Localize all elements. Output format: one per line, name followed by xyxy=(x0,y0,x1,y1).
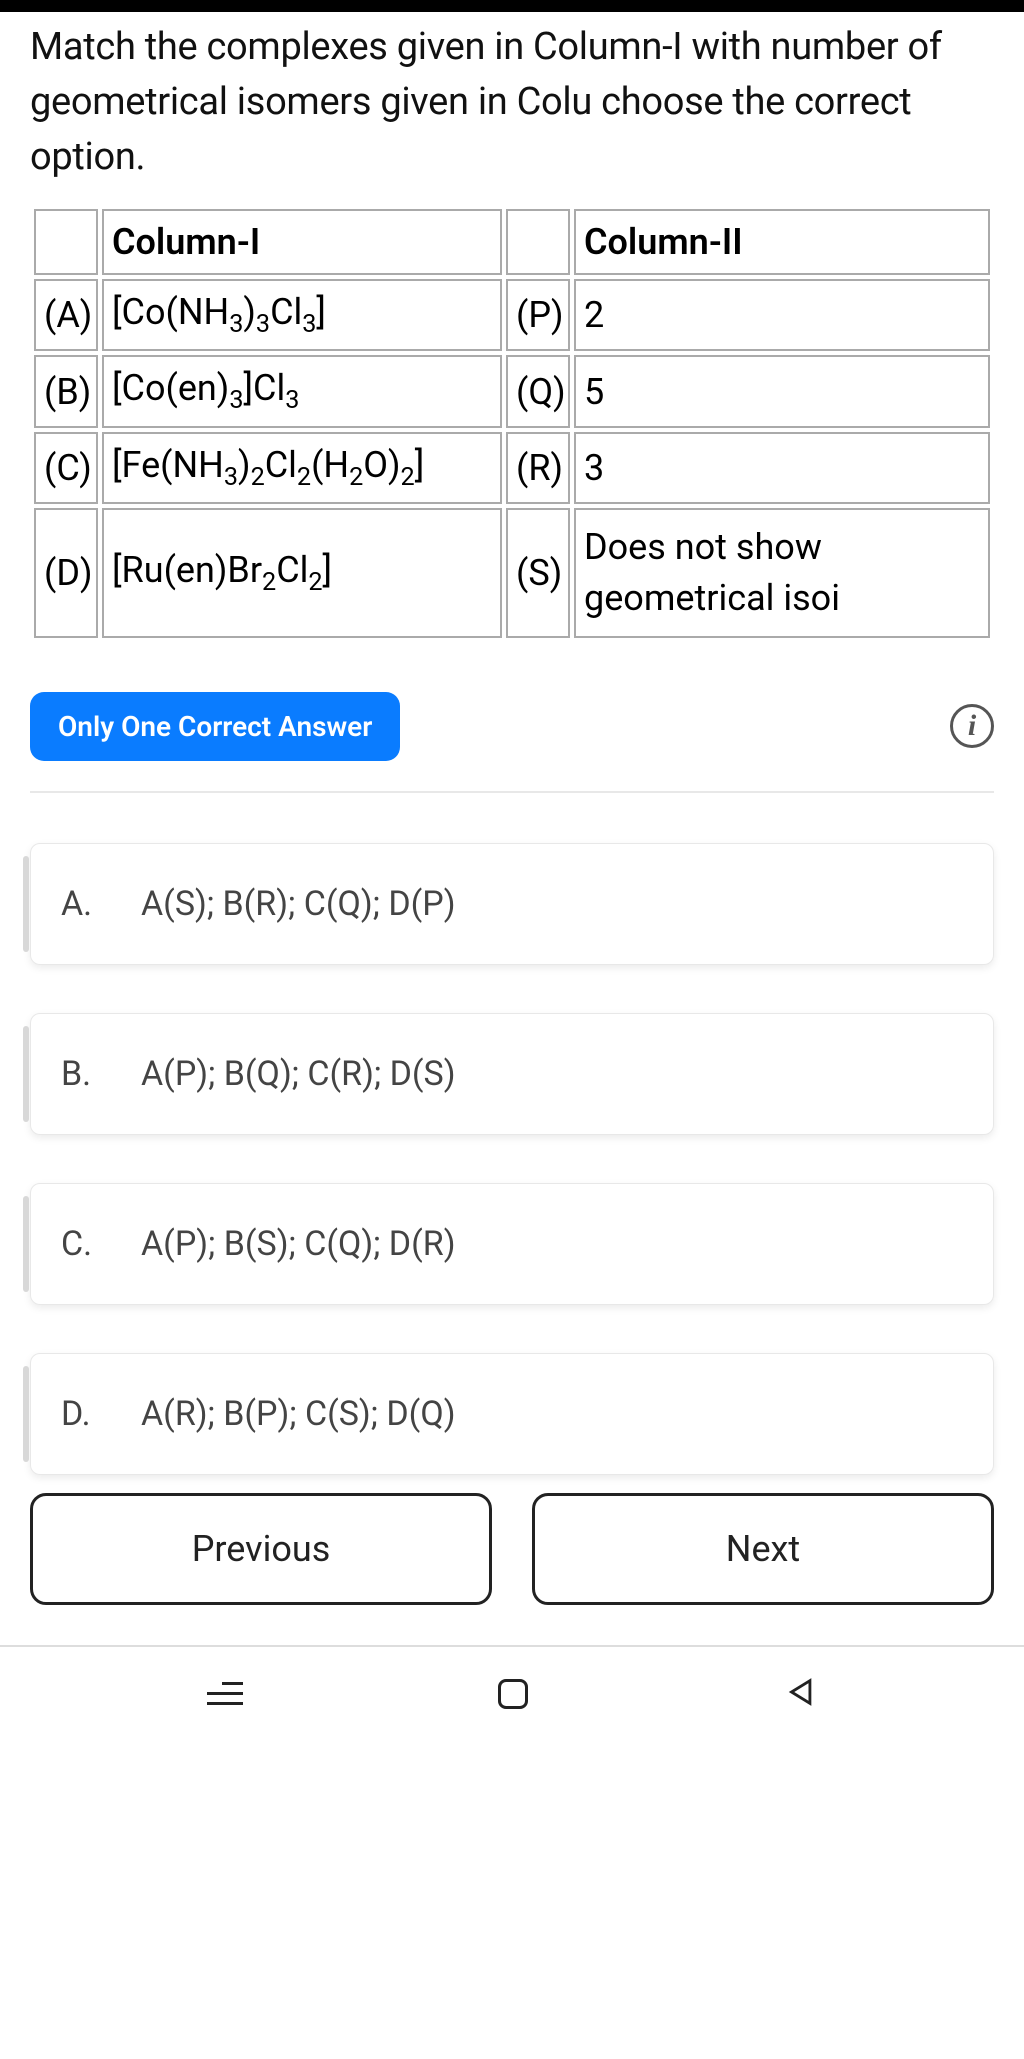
option-d-text: A(R); B(P); C(S); D(Q) xyxy=(141,1394,456,1434)
divider xyxy=(30,791,994,793)
row-d-right-key: (S) xyxy=(506,508,570,638)
match-table: Column-I Column-II (A) [Co(NH3)3Cl3] (P)… xyxy=(30,205,994,642)
header-right-value: Column-II xyxy=(574,209,990,275)
home-icon[interactable] xyxy=(498,1679,528,1709)
option-d-letter: D. xyxy=(61,1394,141,1434)
row-b-left-key: (B) xyxy=(34,355,98,427)
recent-apps-icon[interactable] xyxy=(207,1682,243,1705)
row-c-left-key: (C) xyxy=(34,432,98,504)
option-c-letter: C. xyxy=(61,1224,141,1264)
option-c-text: A(P); B(S); C(Q); D(R) xyxy=(141,1224,456,1264)
system-nav-bar xyxy=(0,1647,1024,1731)
question-text: Match the complexes given in Column-I wi… xyxy=(30,12,994,205)
header-left-key xyxy=(34,209,98,275)
row-c-right-key: (R) xyxy=(506,432,570,504)
row-b-right-value: 5 xyxy=(574,355,990,427)
row-d-left-value: [Ru(en)Br2Cl2] xyxy=(102,508,502,638)
option-b[interactable]: B. A(P); B(Q); C(R); D(S) xyxy=(30,1013,994,1135)
option-a[interactable]: A. A(S); B(R); C(Q); D(P) xyxy=(30,843,994,965)
info-icon[interactable]: i xyxy=(950,704,994,748)
option-a-letter: A. xyxy=(61,884,141,924)
answer-type-tag: Only One Correct Answer xyxy=(30,692,400,761)
header-left-value: Column-I xyxy=(102,209,502,275)
previous-button[interactable]: Previous xyxy=(30,1493,492,1605)
option-b-letter: B. xyxy=(61,1054,141,1094)
row-c-left-value: [Fe(NH3)2Cl2(H2O)2] xyxy=(102,432,502,504)
option-d[interactable]: D. A(R); B(P); C(S); D(Q) xyxy=(30,1353,994,1475)
row-a-left-value: [Co(NH3)3Cl3] xyxy=(102,279,502,351)
row-a-right-value: 2 xyxy=(574,279,990,351)
status-bar xyxy=(0,0,1024,12)
option-a-text: A(S); B(R); C(Q); D(P) xyxy=(141,884,456,924)
row-d-right-value: Does not show geometrical isoi xyxy=(574,508,990,638)
row-a-right-key: (P) xyxy=(506,279,570,351)
option-b-text: A(P); B(Q); C(R); D(S) xyxy=(141,1054,456,1094)
row-d-left-key: (D) xyxy=(34,508,98,638)
row-b-left-value: [Co(en)3]Cl3 xyxy=(102,355,502,427)
row-b-right-key: (Q) xyxy=(506,355,570,427)
option-c[interactable]: C. A(P); B(S); C(Q); D(R) xyxy=(30,1183,994,1305)
back-icon[interactable] xyxy=(783,1675,817,1713)
row-c-right-value: 3 xyxy=(574,432,990,504)
row-a-left-key: (A) xyxy=(34,279,98,351)
next-button[interactable]: Next xyxy=(532,1493,994,1605)
header-right-key xyxy=(506,209,570,275)
